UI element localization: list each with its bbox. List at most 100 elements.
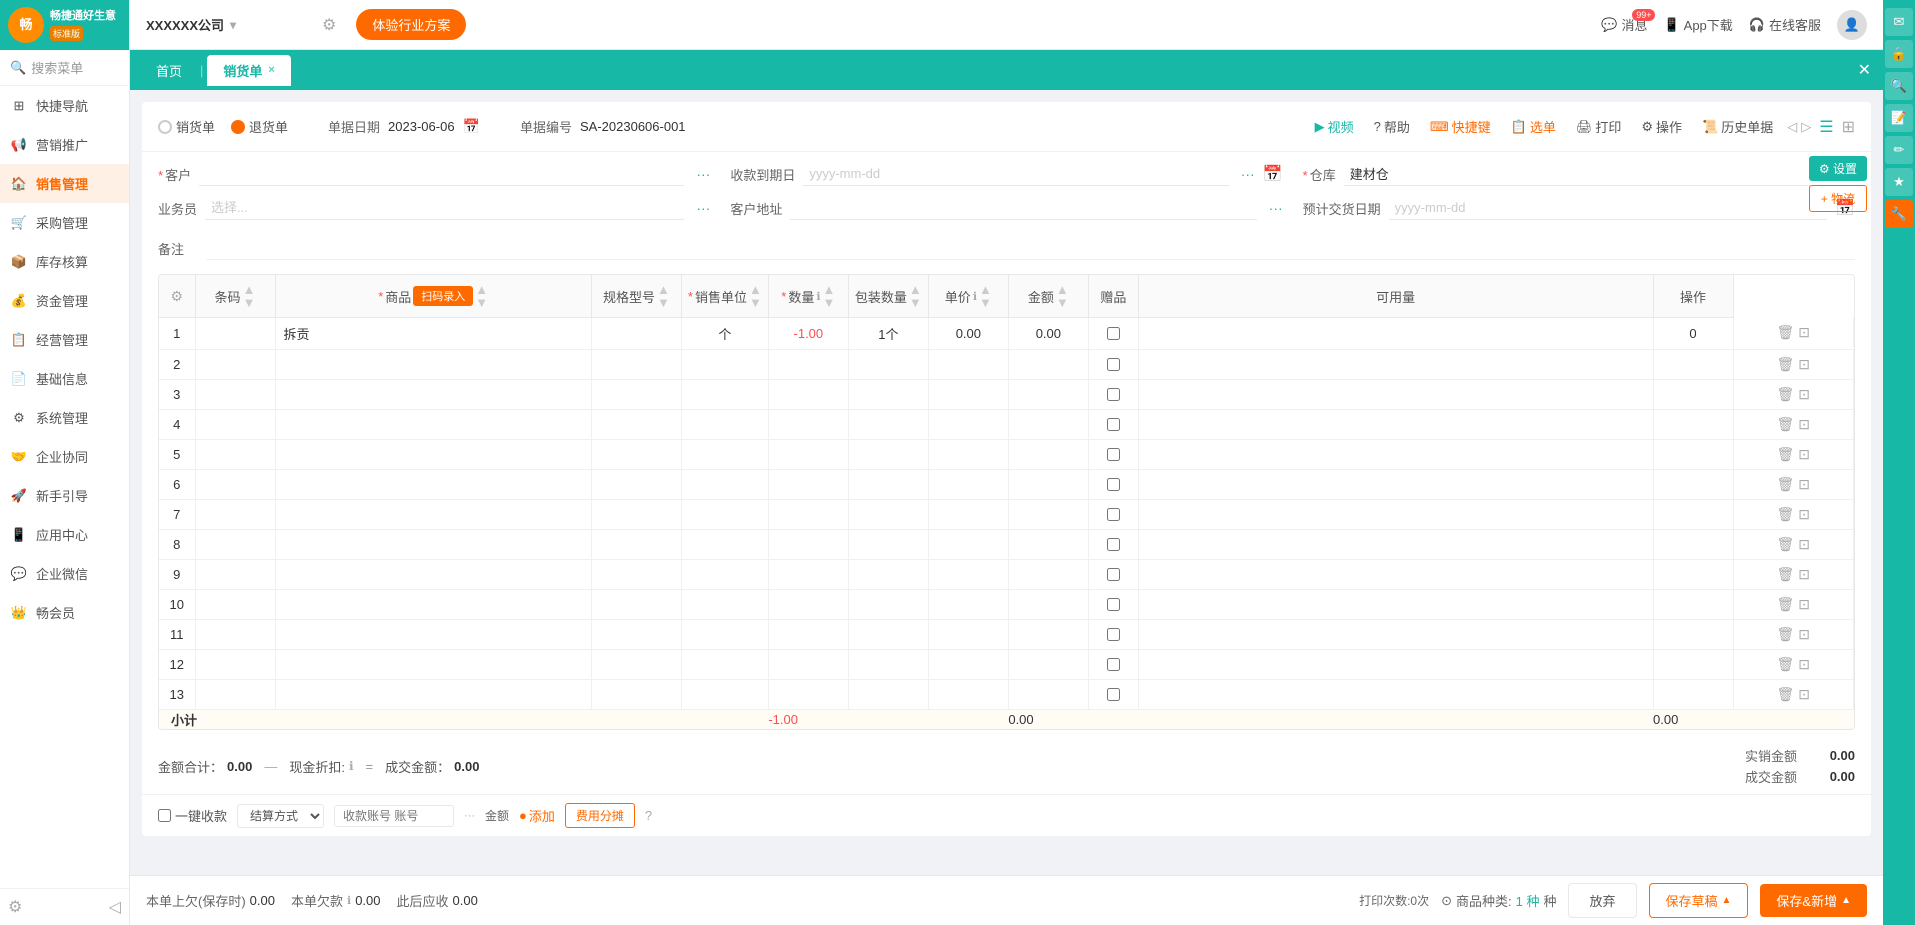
sidebar-item-system[interactable]: ⚙ 系统管理 — [0, 398, 129, 437]
row-unit-price[interactable] — [928, 620, 1008, 650]
right-panel-btn-1[interactable]: ✉ — [1885, 8, 1913, 36]
row-goods[interactable] — [275, 650, 591, 680]
row-spec[interactable] — [591, 470, 681, 500]
row-spec[interactable] — [591, 620, 681, 650]
row-gift[interactable] — [1088, 590, 1138, 620]
sidebar-item-operations[interactable]: 📋 经营管理 — [0, 320, 129, 359]
row-gift[interactable] — [1088, 318, 1138, 350]
expense-help-icon[interactable]: ? — [645, 808, 652, 823]
sidebar-item-basic-info[interactable]: 📄 基础信息 — [0, 359, 129, 398]
row-spec[interactable] — [591, 500, 681, 530]
row-remarks[interactable] — [1138, 620, 1653, 650]
row-remarks[interactable] — [1138, 500, 1653, 530]
sidebar-item-quick-nav[interactable]: ⊞ 快捷导航 — [0, 86, 129, 125]
radio-sales-order[interactable]: 销货单 — [158, 117, 215, 136]
row-gift[interactable] — [1088, 530, 1138, 560]
row-barcode[interactable] — [195, 530, 275, 560]
row-goods[interactable] — [275, 620, 591, 650]
row-unit-price[interactable] — [928, 350, 1008, 380]
user-avatar[interactable]: 👤 — [1837, 10, 1867, 40]
row-unit-price[interactable] — [928, 680, 1008, 710]
sidebar-item-marketing[interactable]: 📢 营销推广 — [0, 125, 129, 164]
row-remarks[interactable] — [1138, 318, 1653, 350]
row-remarks[interactable] — [1138, 440, 1653, 470]
sidebar-item-purchase[interactable]: 🛒 采购管理 — [0, 203, 129, 242]
row-barcode[interactable] — [195, 410, 275, 440]
payment-method-select[interactable]: 结算方式 — [237, 804, 324, 828]
row-unit-price[interactable] — [928, 650, 1008, 680]
one-click-pay-checkbox[interactable] — [158, 809, 171, 822]
row-copy-icon[interactable]: ⊡ — [1798, 324, 1810, 341]
company-selector[interactable]: XXXXXX公司 ▾ — [146, 15, 306, 34]
row-gift[interactable] — [1088, 380, 1138, 410]
row-copy-icon[interactable]: ⊡ — [1798, 386, 1810, 403]
operate-btn[interactable]: ⚙ 操作 — [1635, 114, 1688, 139]
select-btn[interactable]: 📋 选单 — [1505, 114, 1562, 139]
radio-return-order[interactable]: 退货单 — [231, 117, 288, 136]
row-unit-price[interactable] — [928, 470, 1008, 500]
payment-date-calendar-icon[interactable]: 📅 — [1263, 164, 1283, 184]
row-barcode[interactable] — [195, 500, 275, 530]
add-payment-btn[interactable]: ● 添加 — [519, 806, 555, 825]
save-new-btn[interactable]: 保存&新增 ▲ — [1760, 884, 1867, 917]
online-service-btn[interactable]: 🎧 在线客服 — [1749, 15, 1821, 34]
print-btn[interactable]: 🖨 打印 — [1570, 114, 1628, 139]
grid-view-icon[interactable]: ⊞ — [1842, 117, 1855, 137]
row-gift[interactable] — [1088, 350, 1138, 380]
row-gift[interactable] — [1088, 620, 1138, 650]
row-remarks[interactable] — [1138, 530, 1653, 560]
next-arrow-icon[interactable]: ▷ — [1801, 119, 1811, 135]
sidebar-item-app-center[interactable]: 📱 应用中心 — [0, 515, 129, 554]
row-remarks[interactable] — [1138, 680, 1653, 710]
history-btn[interactable]: 📜 历史单据 — [1696, 114, 1779, 139]
row-gift[interactable] — [1088, 650, 1138, 680]
row-remarks[interactable] — [1138, 350, 1653, 380]
row-barcode[interactable] — [195, 318, 275, 350]
row-qty[interactable] — [768, 380, 848, 410]
sidebar-collapse-btn[interactable]: ◁ — [109, 897, 121, 917]
row-qty[interactable] — [768, 620, 848, 650]
row-copy-icon[interactable]: ⊡ — [1798, 626, 1810, 643]
salesperson-input[interactable] — [205, 196, 684, 220]
row-remarks[interactable] — [1138, 560, 1653, 590]
row-copy-icon[interactable]: ⊡ — [1798, 596, 1810, 613]
row-spec[interactable] — [591, 410, 681, 440]
goods-type-link[interactable]: 1 种 — [1516, 891, 1540, 910]
row-goods[interactable] — [275, 380, 591, 410]
right-panel-btn-3[interactable]: 🔍 — [1885, 72, 1913, 100]
row-barcode[interactable] — [195, 650, 275, 680]
message-btn[interactable]: 💬 消息 99+ — [1601, 15, 1647, 34]
debt-info-icon[interactable]: ℹ — [347, 894, 351, 907]
customer-input[interactable] — [199, 162, 684, 186]
right-panel-btn-7[interactable]: 🔧 — [1885, 200, 1913, 228]
sidebar-item-finance[interactable]: 💰 资金管理 — [0, 281, 129, 320]
warehouse-input[interactable] — [1344, 162, 1829, 186]
row-goods[interactable] — [275, 350, 591, 380]
row-barcode[interactable] — [195, 440, 275, 470]
row-remarks[interactable] — [1138, 380, 1653, 410]
row-copy-icon[interactable]: ⊡ — [1798, 356, 1810, 373]
row-delete-icon[interactable]: 🗑 — [1776, 446, 1794, 463]
row-barcode[interactable] — [195, 470, 275, 500]
table-settings-icon[interactable]: ⚙ — [170, 288, 183, 304]
row-delete-icon[interactable]: 🗑 — [1776, 356, 1794, 373]
row-spec[interactable] — [591, 350, 681, 380]
row-spec[interactable] — [591, 440, 681, 470]
sidebar-item-wechat[interactable]: 💬 企业微信 — [0, 554, 129, 593]
expected-date-input[interactable] — [1389, 196, 1827, 220]
row-copy-icon[interactable]: ⊡ — [1798, 416, 1810, 433]
row-barcode[interactable] — [195, 380, 275, 410]
sidebar-item-guide[interactable]: 🚀 新手引导 — [0, 476, 129, 515]
row-gift[interactable] — [1088, 440, 1138, 470]
tab-sales-order[interactable]: 销货单 × — [207, 55, 290, 86]
right-panel-btn-5[interactable]: ✏ — [1885, 136, 1913, 164]
row-spec[interactable] — [591, 380, 681, 410]
row-delete-icon[interactable]: 🗑 — [1776, 386, 1794, 403]
customer-addr-select-btn[interactable]: ··· — [1269, 200, 1283, 216]
tab-close-icon[interactable]: × — [268, 64, 274, 76]
row-goods[interactable] — [275, 440, 591, 470]
row-unit-price[interactable]: 0.00 — [928, 318, 1008, 350]
row-spec[interactable] — [591, 530, 681, 560]
logistics-side-btn[interactable]: + 物流 — [1809, 185, 1867, 212]
row-qty[interactable] — [768, 680, 848, 710]
